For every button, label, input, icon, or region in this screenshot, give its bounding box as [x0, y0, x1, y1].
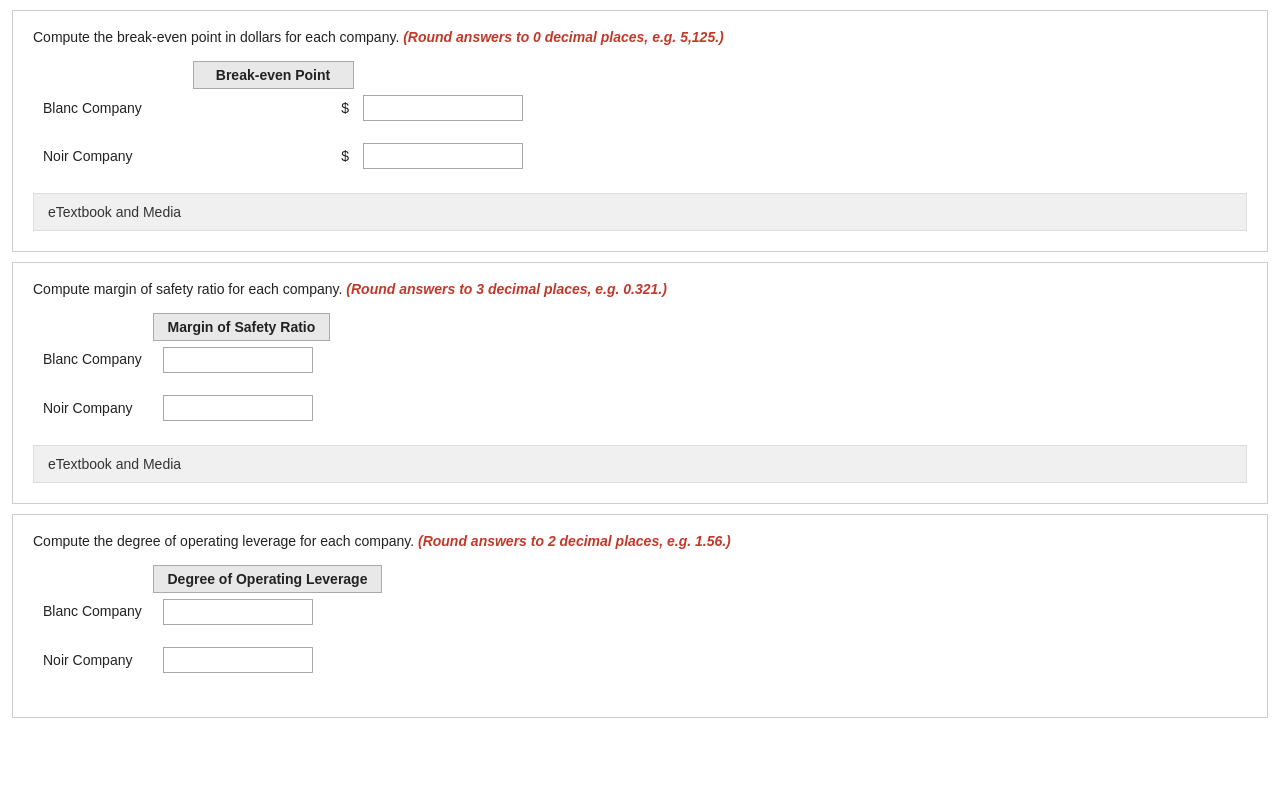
table-row: Blanc Company	[33, 340, 330, 379]
section2-row1-input-cell	[153, 340, 330, 379]
section2-row1-label: Blanc Company	[33, 340, 153, 379]
section1-row2-input-cell	[353, 137, 533, 175]
section1-row2-label: Noir Company	[33, 137, 193, 175]
section2-table: Margin of Safety Ratio Blanc Company Noi…	[33, 313, 330, 427]
section3-noir-input[interactable]	[163, 647, 313, 673]
section2-instruction: Compute margin of safety ratio for each …	[33, 281, 1247, 297]
section1-row1-label: Blanc Company	[33, 89, 193, 127]
section3-blanc-input[interactable]	[163, 599, 313, 625]
section2-etextbook-label: eTextbook and Media	[48, 456, 181, 472]
section3-row1-label: Blanc Company	[33, 592, 153, 631]
table-row: Blanc Company	[33, 592, 382, 631]
section2-column-header: Margin of Safety Ratio	[153, 313, 330, 340]
section-operating-leverage: Compute the degree of operating leverage…	[12, 514, 1268, 718]
section1-table: Break-even Point Blanc Company $ Noir Co…	[33, 61, 533, 175]
section1-instruction: Compute the break-even point in dollars …	[33, 29, 1247, 45]
section3-table: Degree of Operating Leverage Blanc Compa…	[33, 565, 382, 679]
section1-column-header: Break-even Point	[193, 62, 353, 89]
section2-blanc-input[interactable]	[163, 347, 313, 373]
section2-row2-input-cell	[153, 389, 330, 427]
table-row: Noir Company	[33, 641, 382, 679]
section3-row1-input-cell	[153, 592, 382, 631]
section2-row2-label: Noir Company	[33, 389, 153, 427]
section1-etextbook[interactable]: eTextbook and Media	[33, 193, 1247, 231]
section1-row2-dollar: $	[193, 137, 353, 175]
table-row: Noir Company	[33, 389, 330, 427]
table-row: Blanc Company $	[33, 89, 533, 127]
section1-row1-input-cell	[353, 89, 533, 127]
table-row: Noir Company $	[33, 137, 533, 175]
section2-noir-input[interactable]	[163, 395, 313, 421]
section1-instruction-prefix: Compute the break-even point in dollars …	[33, 29, 399, 45]
section1-blanc-input[interactable]	[363, 95, 523, 121]
section2-instruction-prefix: Compute margin of safety ratio for each …	[33, 281, 342, 297]
section3-column-header: Degree of Operating Leverage	[153, 565, 382, 592]
section1-etextbook-label: eTextbook and Media	[48, 204, 181, 220]
section3-instruction: Compute the degree of operating leverage…	[33, 533, 1247, 549]
section3-round-note: (Round answers to 2 decimal places, e.g.…	[418, 533, 731, 549]
section-margin-safety: Compute margin of safety ratio for each …	[12, 262, 1268, 504]
section2-etextbook[interactable]: eTextbook and Media	[33, 445, 1247, 483]
section1-round-note: (Round answers to 0 decimal places, e.g.…	[403, 29, 724, 45]
section3-row2-input-cell	[153, 641, 382, 679]
section1-row1-dollar: $	[193, 89, 353, 127]
section-breakeven: Compute the break-even point in dollars …	[12, 10, 1268, 252]
section1-noir-input[interactable]	[363, 143, 523, 169]
section2-round-note: (Round answers to 3 decimal places, e.g.…	[346, 281, 667, 297]
section3-row2-label: Noir Company	[33, 641, 153, 679]
section3-instruction-prefix: Compute the degree of operating leverage…	[33, 533, 414, 549]
